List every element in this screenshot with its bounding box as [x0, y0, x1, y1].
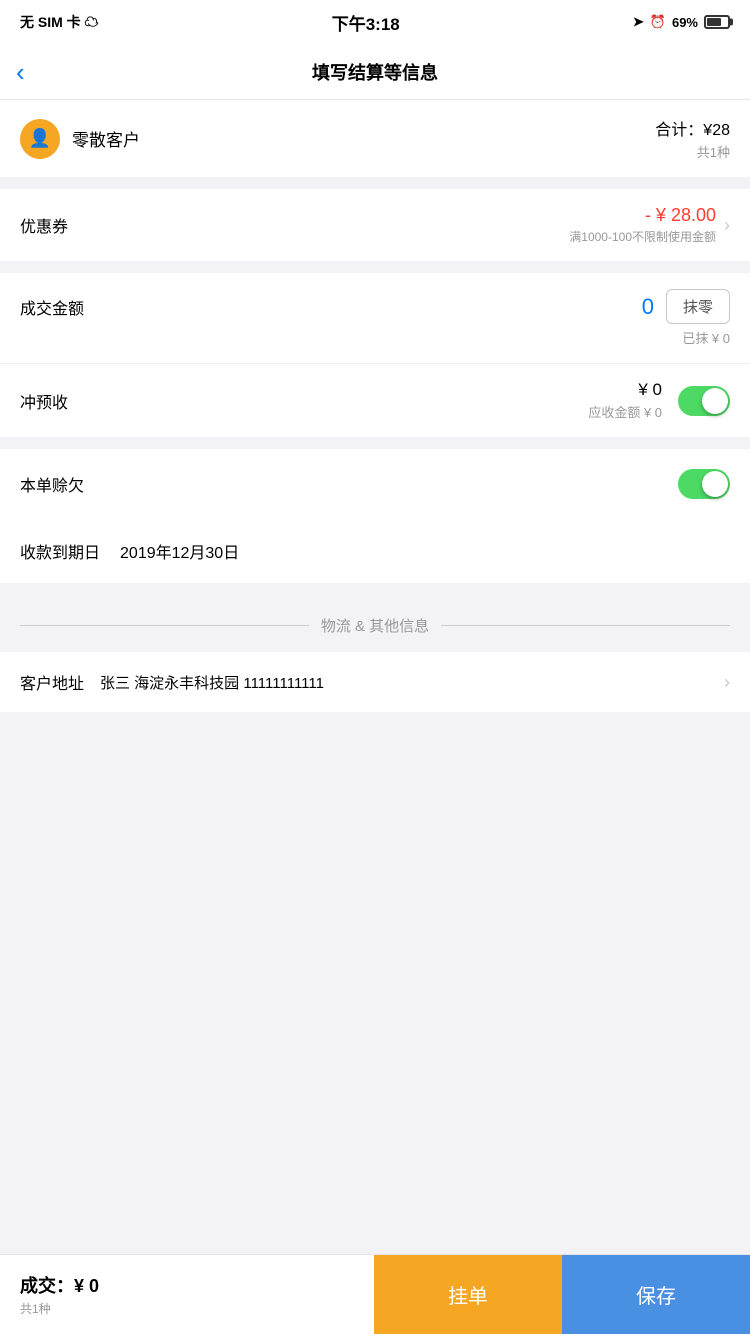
bottom-bar: 成交：¥ 0 共1种 挂单 保存: [0, 1254, 750, 1334]
customer-left: 👤 零散客户: [20, 119, 140, 159]
bottom-info: 成交：¥ 0 共1种: [0, 1272, 374, 1317]
logistics-line-left: [20, 625, 309, 626]
coupon-right-block: - ¥ 28.00 满1000-100不限制使用金额: [569, 205, 716, 245]
address-row[interactable]: 客户地址 张三 海淀永丰科技园 11111111111 ›: [0, 652, 750, 712]
status-time: 下午3:18: [332, 10, 400, 35]
coupon-row[interactable]: 优惠券 - ¥ 28.00 满1000-100不限制使用金额 ›: [0, 189, 750, 261]
content: 👤 零散客户 合计：¥28 共1种 优惠券 - ¥ 28.00 满1000-10…: [0, 100, 750, 992]
amount-value: 0: [642, 294, 654, 320]
date-label: 收款到期日: [20, 539, 100, 563]
amount-label: 成交金额: [20, 295, 84, 319]
date-row: 收款到期日 2019年12月30日: [0, 519, 750, 583]
address-right: ›: [724, 672, 730, 693]
debt-label: 本单赊欠: [20, 472, 84, 496]
nav-bar: ‹ 填写结算等信息: [0, 44, 750, 100]
coupon-desc: 满1000-100不限制使用金额: [569, 228, 716, 245]
bottom-deal-label: 成交：: [20, 1276, 74, 1296]
avatar: 👤: [20, 119, 60, 159]
coupon-label: 优惠券: [20, 213, 68, 237]
amount-sub: 已抹 ¥ 0: [20, 328, 730, 347]
address-chevron-icon: ›: [724, 672, 730, 693]
battery-icon: [704, 15, 730, 29]
prepay-toggle[interactable]: [678, 386, 730, 416]
status-bar: 无 SIM 卡 ☁ 下午3:18 ➤ ⏰ 69%: [0, 0, 750, 44]
prepay-right: ¥ 0 应收金额 ¥ 0: [588, 380, 730, 421]
logistics-label: 物流 & 其他信息: [321, 615, 429, 636]
customer-right: 合计：¥28 共1种: [655, 116, 730, 161]
pending-button[interactable]: 挂单: [374, 1255, 562, 1334]
deal-amount-row: 成交金额 0 抹零 已抹 ¥ 0: [0, 273, 750, 364]
avatar-icon: 👤: [29, 128, 51, 149]
address-label: 客户地址: [20, 670, 84, 694]
total-count: 共1种: [655, 142, 730, 161]
battery-percent: 69%: [672, 15, 698, 30]
customer-row: 👤 零散客户 合计：¥28 共1种: [0, 100, 750, 177]
back-button[interactable]: ‹: [16, 59, 25, 85]
coupon-value: - ¥ 28.00: [569, 205, 716, 226]
total-amount: 合计：¥28: [655, 116, 730, 140]
no-sim-label: 无 SIM 卡 ☁: [20, 12, 99, 32]
customer-name: 零散客户: [72, 126, 140, 151]
round-button[interactable]: 抹零: [666, 289, 730, 324]
address-value: 张三 海淀永丰科技园 11111111111: [100, 672, 724, 693]
bottom-count: 共1种: [20, 1300, 354, 1317]
bottom-deal-amount: 成交：¥ 0: [20, 1272, 354, 1298]
logistics-header: 物流 & 其他信息: [0, 599, 750, 652]
prepay-label: 冲预收: [20, 389, 68, 413]
debt-row: 本单赊欠: [0, 449, 750, 519]
alarm-icon: ⏰: [650, 14, 666, 30]
amount-right-block: 0 抹零: [642, 289, 730, 324]
date-value: 2019年12月30日: [120, 539, 239, 563]
location-icon: ➤: [633, 14, 644, 30]
coupon-right: - ¥ 28.00 满1000-100不限制使用金额 ›: [569, 205, 730, 245]
prepay-receivable: 应收金额 ¥ 0: [588, 402, 662, 421]
prepay-row: 冲预收 ¥ 0 应收金额 ¥ 0: [0, 364, 750, 437]
prepay-values: ¥ 0 应收金额 ¥ 0: [588, 380, 662, 421]
logistics-line-right: [441, 625, 730, 626]
amount-row-top: 成交金额 0 抹零: [20, 289, 730, 324]
debt-toggle[interactable]: [678, 469, 730, 499]
save-button[interactable]: 保存: [562, 1255, 750, 1334]
page-title: 填写结算等信息: [312, 59, 438, 85]
status-left: 无 SIM 卡 ☁: [20, 12, 99, 32]
empty-space: [0, 712, 750, 912]
chevron-right-icon: ›: [724, 215, 730, 236]
bottom-deal-value: ¥ 0: [74, 1276, 99, 1296]
prepay-amount: ¥ 0: [588, 380, 662, 400]
status-right: ➤ ⏰ 69%: [633, 14, 730, 30]
